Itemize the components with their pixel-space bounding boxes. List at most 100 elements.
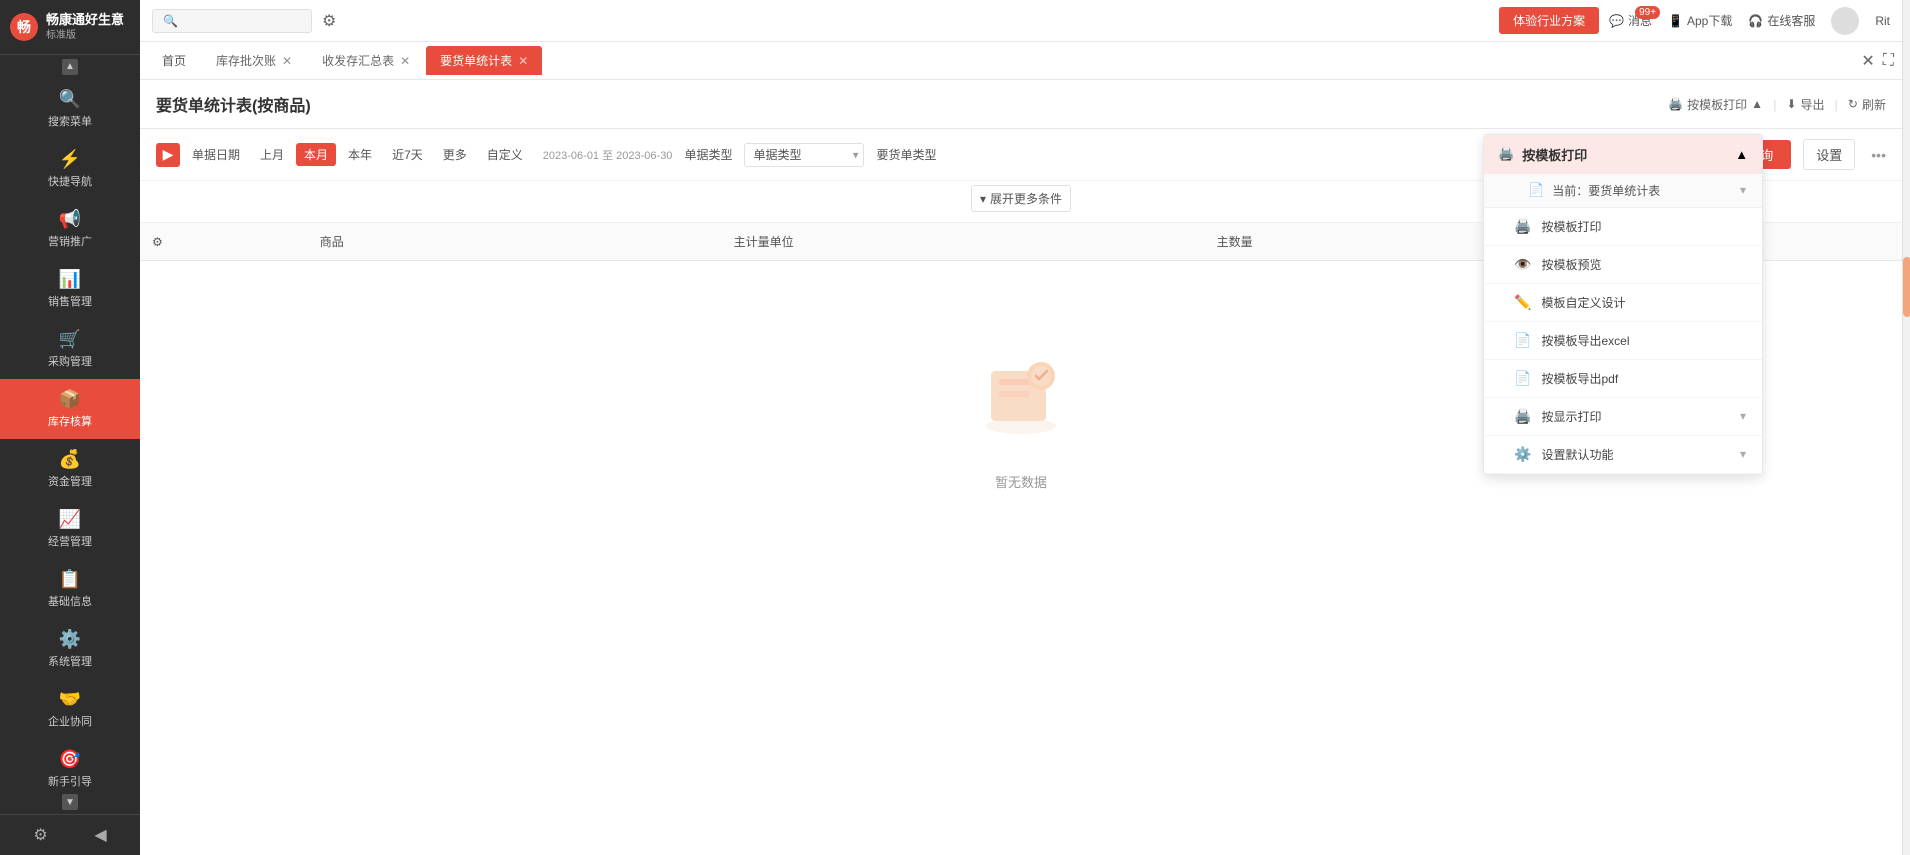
search-input[interactable]: [183, 14, 293, 28]
username: Rit: [1875, 14, 1890, 28]
dropdown-item-label-template-excel: 按模板导出excel: [1542, 332, 1630, 349]
dropdown-item-display-print[interactable]: 🖨️ 按显示打印 ▾: [1484, 398, 1762, 436]
dropdown-item-template-pdf[interactable]: 📄 按模板导出pdf: [1484, 360, 1762, 398]
sidebar-label-finance: 资金管理: [48, 473, 92, 489]
date-btn-last-month[interactable]: 上月: [252, 143, 292, 166]
dropdown-item-default-func[interactable]: ⚙️ 设置默认功能 ▾: [1484, 436, 1762, 474]
sidebar-label-quick: 快捷导航: [48, 173, 92, 189]
print-dropdown: 🖨️ 按模板打印 ▲ 📄 当前：要货单统计表 ▾ 🖨️: [1483, 134, 1763, 475]
date-btn-this-month[interactable]: 本月: [296, 143, 336, 166]
topbar: 🔍 ⚙ 体验行业方案 💬 消息 99+ 📱 App下载 🎧 在线客服 Rit: [140, 0, 1902, 42]
more-options-icon[interactable]: •••: [1871, 147, 1886, 163]
date-btn-custom[interactable]: 自定义: [479, 143, 531, 166]
print-label: 按模板打印: [1687, 96, 1747, 113]
sidebar-label-guide: 新手引导: [48, 773, 92, 789]
sidebar-label-basic: 基础信息: [48, 593, 92, 609]
tab-inventory-batch-close[interactable]: ✕: [282, 54, 292, 68]
export-btn[interactable]: ⬇ 导出: [1786, 96, 1824, 113]
template-preview-icon: 👁️: [1514, 256, 1531, 273]
export-label: 导出: [1801, 96, 1825, 113]
sidebar-menu: 🔍 搜索菜单 ⚡ 快捷导航 📢 营销推广 📊 销售管理 🛒 采购管理 📦 库存核…: [0, 79, 140, 790]
sidebar-item-marketing[interactable]: 📢 营销推广: [0, 199, 140, 259]
separator-1: |: [1773, 97, 1776, 112]
app-icon: 📱: [1668, 14, 1683, 28]
dropdown-up-arrow[interactable]: ▲: [1735, 147, 1748, 162]
order-type-select[interactable]: 单据类型: [744, 143, 864, 167]
sidebar-item-search[interactable]: 🔍 搜索菜单: [0, 79, 140, 139]
sidebar-label-operation: 经营管理: [48, 533, 92, 549]
page-actions: 🖨️ 按模板打印 ▲ 🖨️ 按模板打印 ▲: [1668, 96, 1886, 113]
expand-more-btn[interactable]: ▾ 展开更多条件: [971, 185, 1071, 212]
right-scrollbar[interactable]: [1902, 0, 1910, 855]
dropdown-item-template-design[interactable]: ✏️ 模板自定义设计: [1484, 284, 1762, 322]
page-header: 要货单统计表(按商品) 🖨️ 按模板打印 ▲ 🖨️ 按模板打印: [140, 80, 1902, 129]
sidebar-item-collab[interactable]: 🤝 企业协同: [0, 679, 140, 739]
sidebar-item-sales[interactable]: 📊 销售管理: [0, 259, 140, 319]
sidebar-item-operation[interactable]: 📈 经营管理: [0, 499, 140, 559]
dropdown-current-item[interactable]: 📄 当前：要货单统计表 ▾: [1484, 174, 1762, 208]
tab-inventory-batch[interactable]: 库存批次账 ✕: [202, 46, 306, 75]
refresh-icon: ↻: [1848, 97, 1858, 111]
sidebar-label-system: 系统管理: [48, 653, 92, 669]
experience-btn[interactable]: 体验行业方案: [1499, 7, 1599, 34]
settings-btn[interactable]: 设置: [1803, 139, 1855, 170]
refresh-btn[interactable]: ↻ 刷新: [1848, 96, 1886, 113]
purchase-icon: 🛒: [59, 329, 81, 350]
sidebar-label-collab: 企业协同: [48, 713, 92, 729]
sidebar-item-basic[interactable]: 📋 基础信息: [0, 559, 140, 619]
col-goods: 商品: [175, 223, 489, 261]
current-arrow: ▾: [1740, 183, 1746, 197]
sidebar-item-system[interactable]: ⚙️ 系统管理: [0, 619, 140, 679]
sidebar-item-finance[interactable]: 💰 资金管理: [0, 439, 140, 499]
default-func-icon: ⚙️: [1514, 446, 1531, 463]
search-icon: 🔍: [59, 89, 81, 110]
logo-icon: 畅: [10, 13, 38, 41]
collapse-icon[interactable]: ◀: [94, 825, 106, 845]
scrollbar-thumb[interactable]: [1903, 257, 1910, 317]
tab-home[interactable]: 首页: [148, 46, 200, 75]
scroll-down-btn[interactable]: ▼: [62, 794, 78, 810]
tab-close-all-icon[interactable]: ✕: [1861, 51, 1874, 71]
refresh-label: 刷新: [1862, 96, 1886, 113]
dropdown-item-template-print[interactable]: 🖨️ 按模板打印: [1484, 208, 1762, 246]
dropdown-item-template-preview[interactable]: 👁️ 按模板预览: [1484, 246, 1762, 284]
col-settings-icon[interactable]: ⚙: [152, 235, 163, 249]
avatar[interactable]: [1831, 7, 1859, 35]
tab-collect-summary-close[interactable]: ✕: [400, 54, 410, 68]
col-settings[interactable]: ⚙: [140, 223, 175, 261]
order-subtype-label: 要货单类型: [876, 146, 936, 163]
brand-name: 畅康通好生意: [46, 12, 124, 29]
service-icon: 🎧: [1748, 14, 1763, 28]
tab-expand-icon[interactable]: ⛶: [1883, 52, 1894, 70]
page-title: 要货单统计表(按商品): [156, 92, 311, 116]
sidebar-item-inventory[interactable]: 📦 库存核算: [0, 379, 140, 439]
app-download-btn[interactable]: 📱 App下载: [1668, 12, 1732, 29]
tab-collect-summary[interactable]: 收发存汇总表 ✕: [308, 46, 424, 75]
message-icon: 💬: [1609, 14, 1624, 28]
tab-order-stats-close[interactable]: ✕: [518, 54, 528, 68]
template-print-icon: 🖨️: [1514, 218, 1531, 235]
sidebar-item-guide[interactable]: 🎯 新手引导: [0, 739, 140, 790]
date-btn-this-year[interactable]: 本年: [340, 143, 380, 166]
message-btn[interactable]: 💬 消息 99+: [1609, 12, 1652, 29]
tab-order-stats-label: 要货单统计表: [440, 52, 512, 69]
topbar-gear-icon[interactable]: ⚙: [322, 11, 336, 31]
sales-icon: 📊: [59, 269, 81, 290]
sidebar-item-purchase[interactable]: 🛒 采购管理: [0, 319, 140, 379]
dropdown-item-label-template-pdf: 按模板导出pdf: [1542, 370, 1619, 387]
settings-icon[interactable]: ⚙: [33, 825, 47, 845]
dropdown-item-template-excel[interactable]: 📄 按模板导出excel: [1484, 322, 1762, 360]
sidebar-label-search: 搜索菜单: [48, 113, 92, 129]
topbar-right: 💬 消息 99+ 📱 App下载 🎧 在线客服 Rit: [1609, 7, 1890, 35]
filter-expand-icon[interactable]: ▶: [156, 143, 180, 167]
tab-order-stats[interactable]: 要货单统计表 ✕: [426, 46, 542, 75]
order-type-label: 单据类型: [684, 146, 732, 163]
search-box[interactable]: 🔍: [152, 9, 312, 33]
date-btn-more[interactable]: 更多: [435, 143, 475, 166]
date-btn-7days[interactable]: 近7天: [384, 143, 431, 166]
scroll-up-btn[interactable]: ▲: [62, 59, 78, 75]
dropdown-header-left: 🖨️ 按模板打印: [1498, 145, 1587, 164]
online-service-btn[interactable]: 🎧 在线客服: [1748, 12, 1815, 29]
sidebar-item-quick[interactable]: ⚡ 快捷导航: [0, 139, 140, 199]
print-template-btn[interactable]: 🖨️ 按模板打印 ▲: [1668, 96, 1763, 113]
